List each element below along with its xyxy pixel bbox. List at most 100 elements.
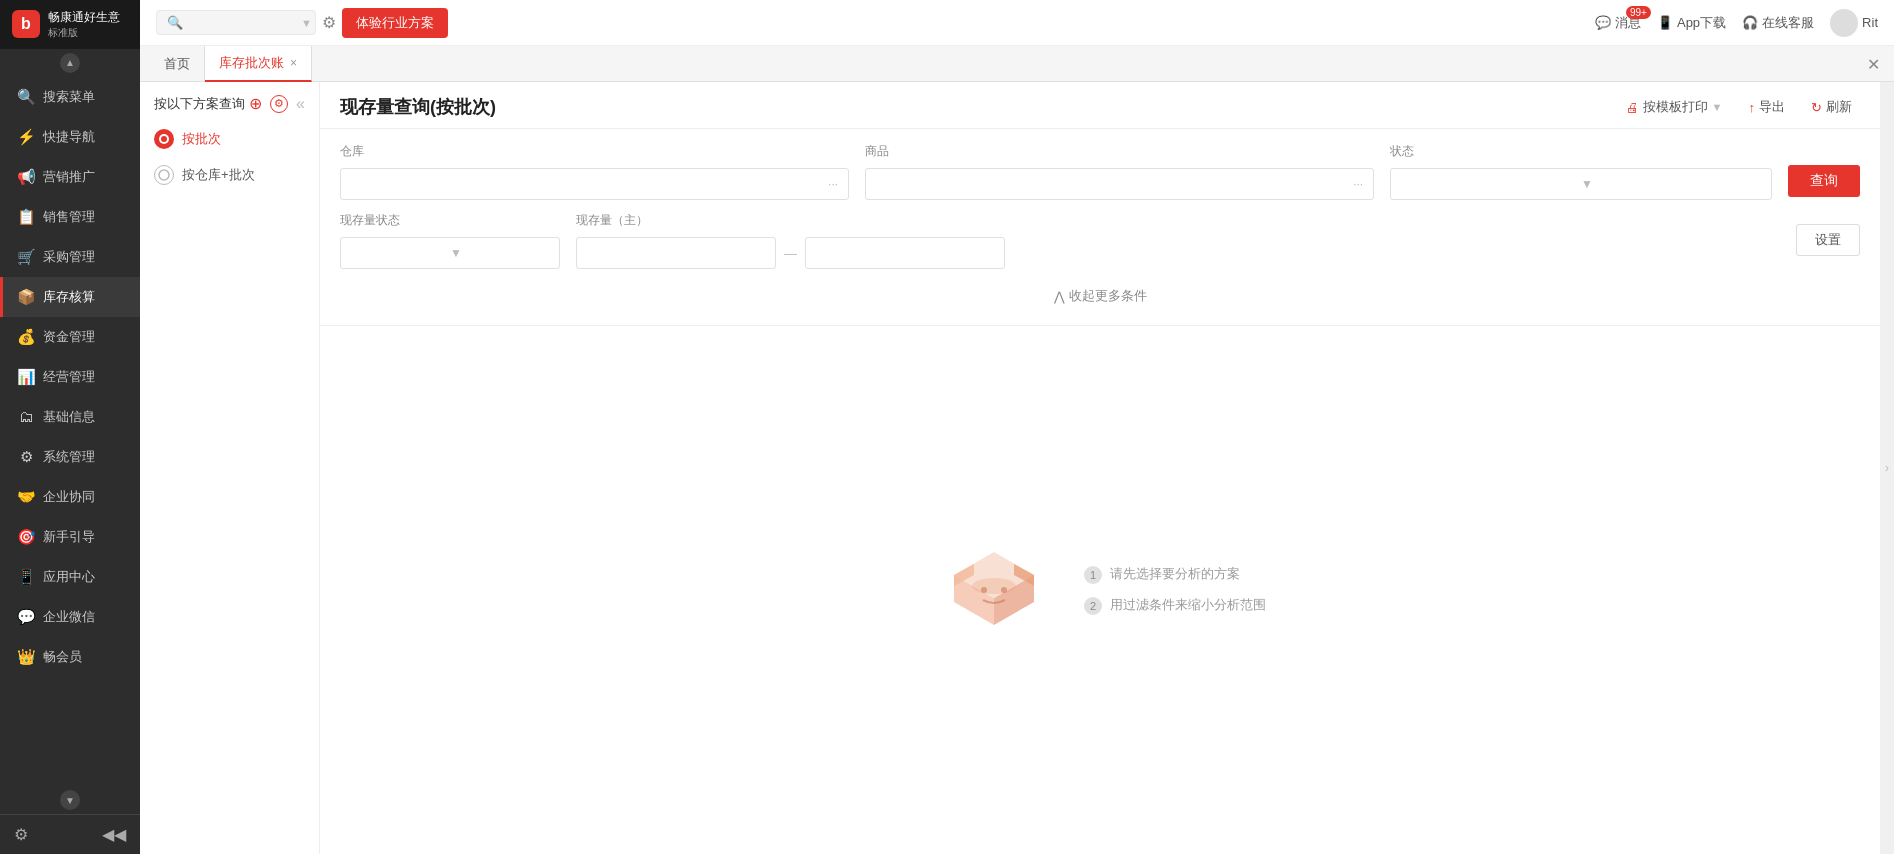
print-btn[interactable]: 🖨 按模板打印 ▼ xyxy=(1618,94,1731,120)
empty-tips: 1 请先选择要分析的方案 2 用过滤条件来缩小分析范围 xyxy=(1084,565,1266,615)
sidebar-item-guide[interactable]: 🎯 新手引导 xyxy=(0,517,140,557)
setting-btn-wrap: 设置 xyxy=(1796,224,1860,258)
sidebar-item-operations[interactable]: 📊 经营管理 xyxy=(0,357,140,397)
tab-home[interactable]: 首页 xyxy=(150,46,205,82)
sidebar-item-sales[interactable]: 📋 销售管理 xyxy=(0,197,140,237)
close-page-btn[interactable]: ✕ xyxy=(1867,54,1880,73)
app-download-btn[interactable]: 📱 App下载 xyxy=(1657,14,1726,32)
topbar-search-input[interactable] xyxy=(187,16,297,30)
sidebar-item-system[interactable]: ⚙ 系统管理 xyxy=(0,437,140,477)
empty-tip-1-text: 请先选择要分析的方案 xyxy=(1110,565,1240,583)
stock-qty-to[interactable] xyxy=(805,237,1005,269)
stock-qty-from[interactable] xyxy=(576,237,776,269)
filter-item-batch[interactable]: 按批次 xyxy=(140,121,319,157)
user-avatar[interactable]: Rit xyxy=(1830,9,1878,37)
empty-illustration xyxy=(939,540,1049,640)
warehouse-input-wrap[interactable]: ··· xyxy=(340,168,849,200)
stock-status-field: 现存量状态 ▼ xyxy=(340,212,560,269)
tab-inventory-batch[interactable]: 库存批次账 × xyxy=(205,46,312,82)
right-collapse-handle[interactable]: › xyxy=(1880,82,1894,854)
system-icon: ⚙ xyxy=(17,448,35,466)
sales-icon: 📋 xyxy=(17,208,35,226)
goods-input[interactable] xyxy=(876,177,1353,192)
export-icon: ↑ xyxy=(1749,100,1756,115)
query-button[interactable]: 查询 xyxy=(1788,165,1860,197)
sidebar-item-vip[interactable]: 👑 畅会员 xyxy=(0,637,140,677)
empty-tip-2-text: 用过滤条件来缩小分析范围 xyxy=(1110,596,1266,614)
search-icon: 🔍 xyxy=(167,15,183,30)
stock-qty-label: 现存量（主） xyxy=(576,212,776,229)
warehouse-input[interactable] xyxy=(351,177,828,192)
headset-icon: 🎧 xyxy=(1742,15,1758,30)
filter-panel-header: 按以下方案查询 ⊕ ⚙ « xyxy=(140,82,319,121)
wechat-icon: 💬 xyxy=(17,608,35,626)
search-icon: 🔍 xyxy=(17,88,35,106)
sidebar-item-label: 企业协同 xyxy=(43,488,95,506)
sidebar-item-marketing[interactable]: 📢 营销推广 xyxy=(0,157,140,197)
messages-btn[interactable]: 💬 消息 99+ xyxy=(1595,14,1641,32)
sidebar-item-appcenter[interactable]: 📱 应用中心 xyxy=(0,557,140,597)
stock-status-dropdown-icon: ▼ xyxy=(450,246,549,260)
sidebar-item-inventory[interactable]: 📦 库存核算 xyxy=(0,277,140,317)
scroll-down-btn[interactable]: ▼ xyxy=(60,790,80,810)
collapse-more-btn[interactable]: ⋀ 收起更多条件 xyxy=(340,281,1860,311)
operations-icon: 📊 xyxy=(17,368,35,386)
app-version: 标准版 xyxy=(48,26,120,39)
export-btn[interactable]: ↑ 导出 xyxy=(1741,94,1794,120)
stock-qty-to-input[interactable] xyxy=(816,246,994,261)
basic-icon: 🗂 xyxy=(17,408,35,426)
settings-icon[interactable]: ⚙ xyxy=(14,825,28,844)
vip-icon: 👑 xyxy=(17,648,35,666)
dropdown-icon[interactable]: ▼ xyxy=(301,17,312,29)
page-title-bar: 现存量查询(按批次) 🖨 按模板打印 ▼ ↑ 导出 ↻ 刷新 xyxy=(320,82,1880,129)
warehouse-more-icon[interactable]: ··· xyxy=(828,177,838,191)
sidebar-nav: 🔍 搜索菜单 ⚡ 快捷导航 📢 营销推广 📋 销售管理 🛒 采购管理 📦 库存核… xyxy=(0,77,140,786)
sidebar-item-label: 应用中心 xyxy=(43,568,95,586)
sidebar-item-wechat[interactable]: 💬 企业微信 xyxy=(0,597,140,637)
sidebar-item-label: 畅会员 xyxy=(43,648,82,666)
print-btn-label: 按模板打印 xyxy=(1643,98,1708,116)
company-name: 畅康通好生意 xyxy=(48,10,120,26)
trial-btn[interactable]: 体验行业方案 xyxy=(342,8,448,38)
empty-icon-wrap xyxy=(934,530,1054,650)
goods-field: 商品 ··· xyxy=(865,143,1374,200)
setting-button[interactable]: 设置 xyxy=(1796,224,1860,256)
gear-icon[interactable]: ⚙ xyxy=(322,13,336,32)
sidebar-item-label: 营销推广 xyxy=(43,168,95,186)
sidebar-item-purchase[interactable]: 🛒 采购管理 xyxy=(0,237,140,277)
tab-close-btn[interactable]: × xyxy=(290,56,297,70)
filter-row-1: 仓库 ··· 商品 ··· xyxy=(340,143,1860,200)
sidebar: b 畅康通好生意 标准版 ▲ 🔍 搜索菜单 ⚡ 快捷导航 📢 营销推广 📋 销售… xyxy=(0,0,140,854)
goods-input-wrap[interactable]: ··· xyxy=(865,168,1374,200)
print-dropdown-icon[interactable]: ▼ xyxy=(1712,101,1723,113)
sidebar-item-label: 库存核算 xyxy=(43,288,95,306)
sidebar-item-label: 企业微信 xyxy=(43,608,95,626)
online-service-btn[interactable]: 🎧 在线客服 xyxy=(1742,14,1814,32)
sidebar-item-search[interactable]: 🔍 搜索菜单 xyxy=(0,77,140,117)
settings-scheme-icon[interactable]: ⚙ xyxy=(270,95,288,113)
stock-qty-from-input[interactable] xyxy=(587,246,765,261)
company-info: 畅康通好生意 标准版 xyxy=(48,10,120,39)
status-select[interactable]: ▼ xyxy=(1390,168,1772,200)
collapse-panel-icon[interactable]: « xyxy=(296,95,305,113)
goods-more-icon[interactable]: ··· xyxy=(1353,177,1363,191)
topbar-search-box[interactable]: 🔍 ▼ xyxy=(156,10,316,35)
add-scheme-icon[interactable]: ⊕ xyxy=(249,94,262,113)
collapse-sidebar-icon[interactable]: ◀◀ xyxy=(102,825,126,844)
sidebar-item-finance[interactable]: 💰 资金管理 xyxy=(0,317,140,357)
goods-label: 商品 xyxy=(865,143,1374,160)
refresh-btn[interactable]: ↻ 刷新 xyxy=(1803,94,1860,120)
sidebar-item-enterprise[interactable]: 🤝 企业协同 xyxy=(0,477,140,517)
message-icon: 💬 xyxy=(1595,15,1611,30)
refresh-icon: ↻ xyxy=(1811,100,1822,115)
stock-status-select[interactable]: ▼ xyxy=(340,237,560,269)
purchase-icon: 🛒 xyxy=(17,248,35,266)
sidebar-item-quicknav[interactable]: ⚡ 快捷导航 xyxy=(0,117,140,157)
sidebar-item-basic[interactable]: 🗂 基础信息 xyxy=(0,397,140,437)
scroll-up-btn[interactable]: ▲ xyxy=(60,53,80,73)
phone-icon: 📱 xyxy=(1657,15,1673,30)
filter-item-warehouse-batch[interactable]: 按仓库+批次 xyxy=(140,157,319,193)
appcenter-icon: 📱 xyxy=(17,568,35,586)
refresh-btn-label: 刷新 xyxy=(1826,98,1852,116)
finance-icon: 💰 xyxy=(17,328,35,346)
